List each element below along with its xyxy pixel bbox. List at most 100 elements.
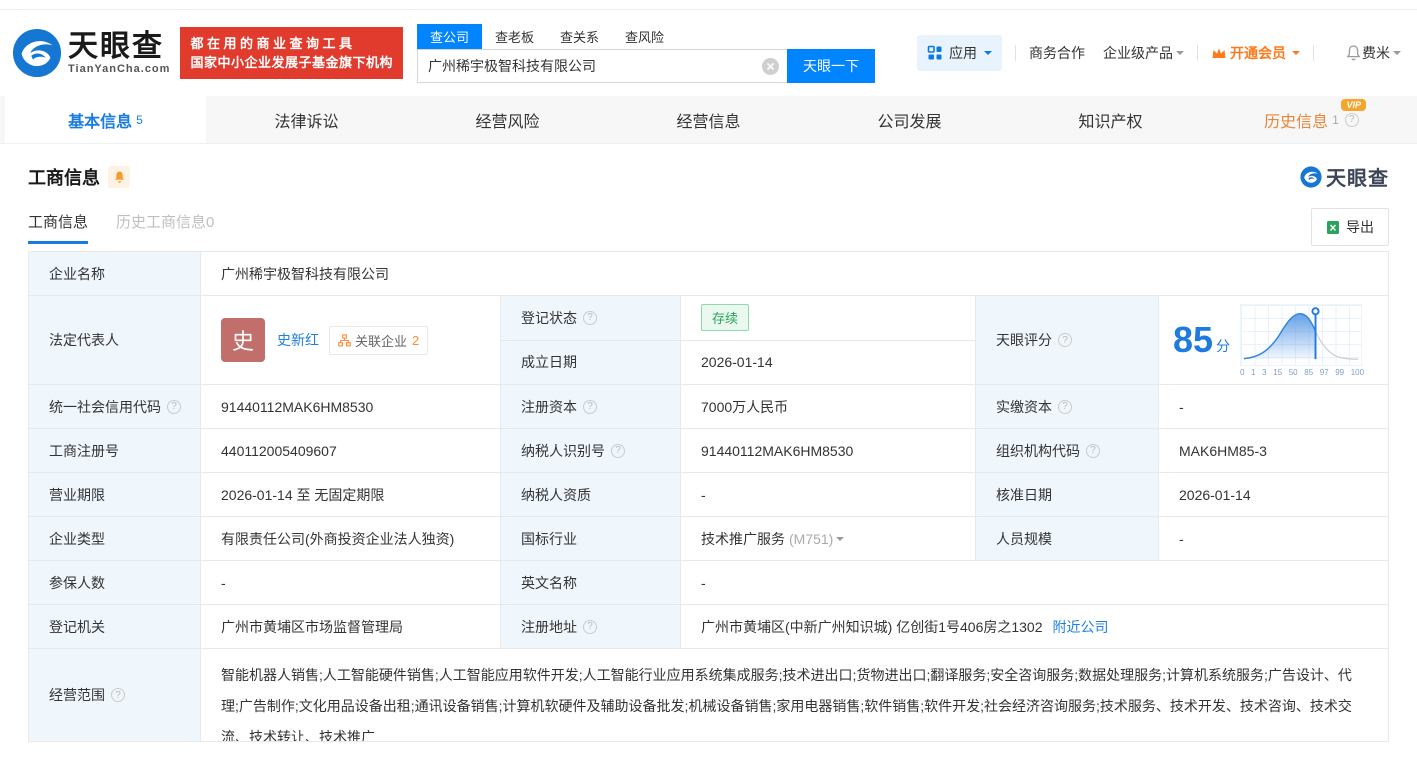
field-label: 成立日期: [501, 341, 681, 385]
field-label: 参保人数: [29, 561, 201, 604]
help-icon[interactable]: ?: [111, 688, 125, 702]
reg-capital-value: 7000万人民币: [681, 385, 976, 428]
page: 天眼查 TianYanCha.com 都在用的商业查询工具 国家中小企业发展子基…: [0, 0, 1417, 742]
company-type-value: 有限责任公司(外商投资企业法人独资): [201, 517, 501, 560]
tab-count: 1: [1332, 113, 1339, 127]
score-unit: 分: [1216, 336, 1230, 356]
establish-date-value: 2026-01-14: [681, 341, 975, 385]
field-label: 人员规模: [976, 517, 1159, 560]
business-cooperation-link[interactable]: 商务合作: [1029, 43, 1085, 63]
legal-rep-link[interactable]: 史新红: [277, 330, 319, 350]
field-label: 核准日期: [976, 473, 1159, 516]
field-label: 工商注册号: [29, 429, 201, 472]
chevron-down-icon: [1393, 51, 1401, 59]
help-icon[interactable]: ?: [583, 620, 597, 634]
table-row: 法定代表人 史 史新红 关联企业 2: [29, 296, 1388, 385]
tianyan-score-cell[interactable]: 85 分: [1159, 296, 1388, 384]
field-label: 经营范围 ?: [29, 649, 201, 741]
notification-bell-button[interactable]: [1345, 44, 1362, 62]
header-nav: 应用 商务合作 企业级产品 开通会员: [917, 35, 1401, 71]
search-tab-boss[interactable]: 查老板: [482, 24, 547, 49]
business-term-value: 2026-01-14 至 无固定期限: [201, 473, 501, 516]
tab-operation-info[interactable]: 经营信息: [608, 96, 809, 143]
subtab-business-info[interactable]: 工商信息: [28, 211, 88, 244]
reg-number-value: 440112005409607: [201, 429, 501, 472]
field-label: 营业期限: [29, 473, 201, 516]
tab-company-development[interactable]: 公司发展: [809, 96, 1010, 143]
related-companies-badge[interactable]: 关联企业 2: [329, 326, 428, 355]
org-code-value: MAK6HM85-3: [1159, 429, 1388, 472]
search-tab-company[interactable]: 查公司: [417, 24, 482, 49]
credit-code-value: 91440112MAK6HM8530: [201, 385, 501, 428]
field-label: 企业类型: [29, 517, 201, 560]
watermark-logo: 天眼查: [1300, 162, 1389, 191]
table-row: 营业期限 2026-01-14 至 无固定期限 纳税人资质 - 核准日期 202…: [29, 473, 1388, 517]
vip-upgrade-menu[interactable]: 开通会员: [1211, 43, 1300, 63]
search-block: 查公司 查老板 查关系 查风险 天眼一下: [417, 24, 875, 83]
crown-icon: [1211, 46, 1227, 60]
section-title: 工商信息: [28, 164, 100, 190]
tianyancha-logo-icon: [1300, 166, 1322, 188]
header: 天眼查 TianYanCha.com 都在用的商业查询工具 国家中小企业发展子基…: [0, 10, 1417, 96]
table-row: 经营范围 ? 智能机器人销售;人工智能硬件销售;人工智能应用软件开发;人工智能行…: [29, 649, 1388, 742]
tab-legal-proceedings[interactable]: 法律诉讼: [206, 96, 407, 143]
brand-logo[interactable]: 天眼查 TianYanCha.com: [12, 28, 170, 78]
nearby-companies-link[interactable]: 附近公司: [1053, 617, 1109, 637]
help-icon[interactable]: ?: [1345, 113, 1359, 127]
excel-file-icon: [1326, 220, 1340, 235]
taxpayer-id-value: 91440112MAK6HM8530: [681, 429, 976, 472]
tianyancha-logo-icon: [12, 28, 62, 78]
help-icon[interactable]: ?: [583, 311, 597, 325]
field-label: 注册地址 ?: [501, 605, 681, 648]
search-tab-risk[interactable]: 查风险: [612, 24, 677, 49]
field-label: 注册资本 ?: [501, 385, 681, 428]
business-info-section: 工商信息 天眼查 工商信息 历史工商信息0: [0, 144, 1417, 742]
company-name-value: 广州稀宇极智科技有限公司: [201, 252, 1388, 295]
help-icon[interactable]: ?: [1086, 444, 1100, 458]
business-info-table: 企业名称 广州稀宇极智科技有限公司 法定代表人 史 史新红: [28, 251, 1389, 742]
industry-value[interactable]: 技术推广服务 (M751): [681, 517, 976, 560]
taxpayer-quality-value: -: [681, 473, 976, 516]
chevron-down-icon: [1292, 51, 1300, 59]
bell-icon: [113, 170, 126, 184]
table-row: 统一社会信用代码 ? 91440112MAK6HM8530 注册资本 ? 700…: [29, 385, 1388, 429]
field-label: 国标行业: [501, 517, 681, 560]
export-button[interactable]: 导出: [1311, 208, 1389, 246]
slogan-line2: 国家中小企业发展子基金旗下机构: [190, 53, 393, 72]
subtab-history-business-info[interactable]: 历史工商信息0: [116, 211, 214, 244]
search-input[interactable]: [418, 50, 787, 82]
field-label: 企业名称: [29, 252, 201, 295]
bell-icon: [1345, 44, 1362, 62]
table-row: 企业名称 广州稀宇极智科技有限公司: [29, 252, 1388, 296]
help-icon[interactable]: ?: [611, 444, 625, 458]
insured-value: -: [201, 561, 501, 604]
org-chart-icon: [338, 334, 351, 347]
clear-search-icon[interactable]: [762, 58, 779, 75]
apps-menu-button[interactable]: 应用: [917, 35, 1002, 71]
score-distribution-chart: 0 1 3 15 50 85 97 99 100: [1240, 304, 1364, 377]
tab-basic-info[interactable]: 基本信息 5: [5, 96, 206, 143]
avatar[interactable]: 史: [221, 318, 265, 362]
enterprise-products-menu[interactable]: 企业级产品: [1103, 43, 1184, 63]
table-row: 企业类型 有限责任公司(外商投资企业法人独资) 国标行业 技术推广服务 (M75…: [29, 517, 1388, 561]
help-icon[interactable]: ?: [1058, 333, 1072, 347]
paid-capital-value: -: [1159, 385, 1388, 428]
monitor-bell-button[interactable]: [108, 166, 130, 188]
company-tab-bar: 基本信息 5 法律诉讼 经营风险 经营信息 公司发展 知识产权 VIP 历史信息…: [0, 96, 1417, 144]
search-submit-button[interactable]: 天眼一下: [787, 49, 875, 83]
search-tab-relation[interactable]: 查关系: [547, 24, 612, 49]
status-badge: 存续: [701, 304, 749, 331]
help-icon[interactable]: ?: [583, 400, 597, 414]
tab-intellectual-property[interactable]: 知识产权: [1010, 96, 1211, 143]
user-account-menu[interactable]: 费米: [1362, 43, 1401, 63]
help-icon[interactable]: ?: [1058, 400, 1072, 414]
brand-slogan: 都在用的商业查询工具 国家中小企业发展子基金旗下机构: [180, 27, 403, 79]
help-icon[interactable]: ?: [167, 400, 181, 414]
field-label: 纳税人资质: [501, 473, 681, 516]
tab-count: 5: [136, 113, 143, 127]
tab-history-info[interactable]: VIP 历史信息 1 ?: [1211, 96, 1412, 143]
address-value: 广州市黄埔区(中新广州知识城) 亿创街1号406房之1302: [701, 617, 1043, 637]
staff-size-value: -: [1159, 517, 1388, 560]
business-scope-value: 智能机器人销售;人工智能硬件销售;人工智能应用软件开发;人工智能行业应用系统集成…: [201, 649, 1388, 741]
tab-operation-risk[interactable]: 经营风险: [407, 96, 608, 143]
